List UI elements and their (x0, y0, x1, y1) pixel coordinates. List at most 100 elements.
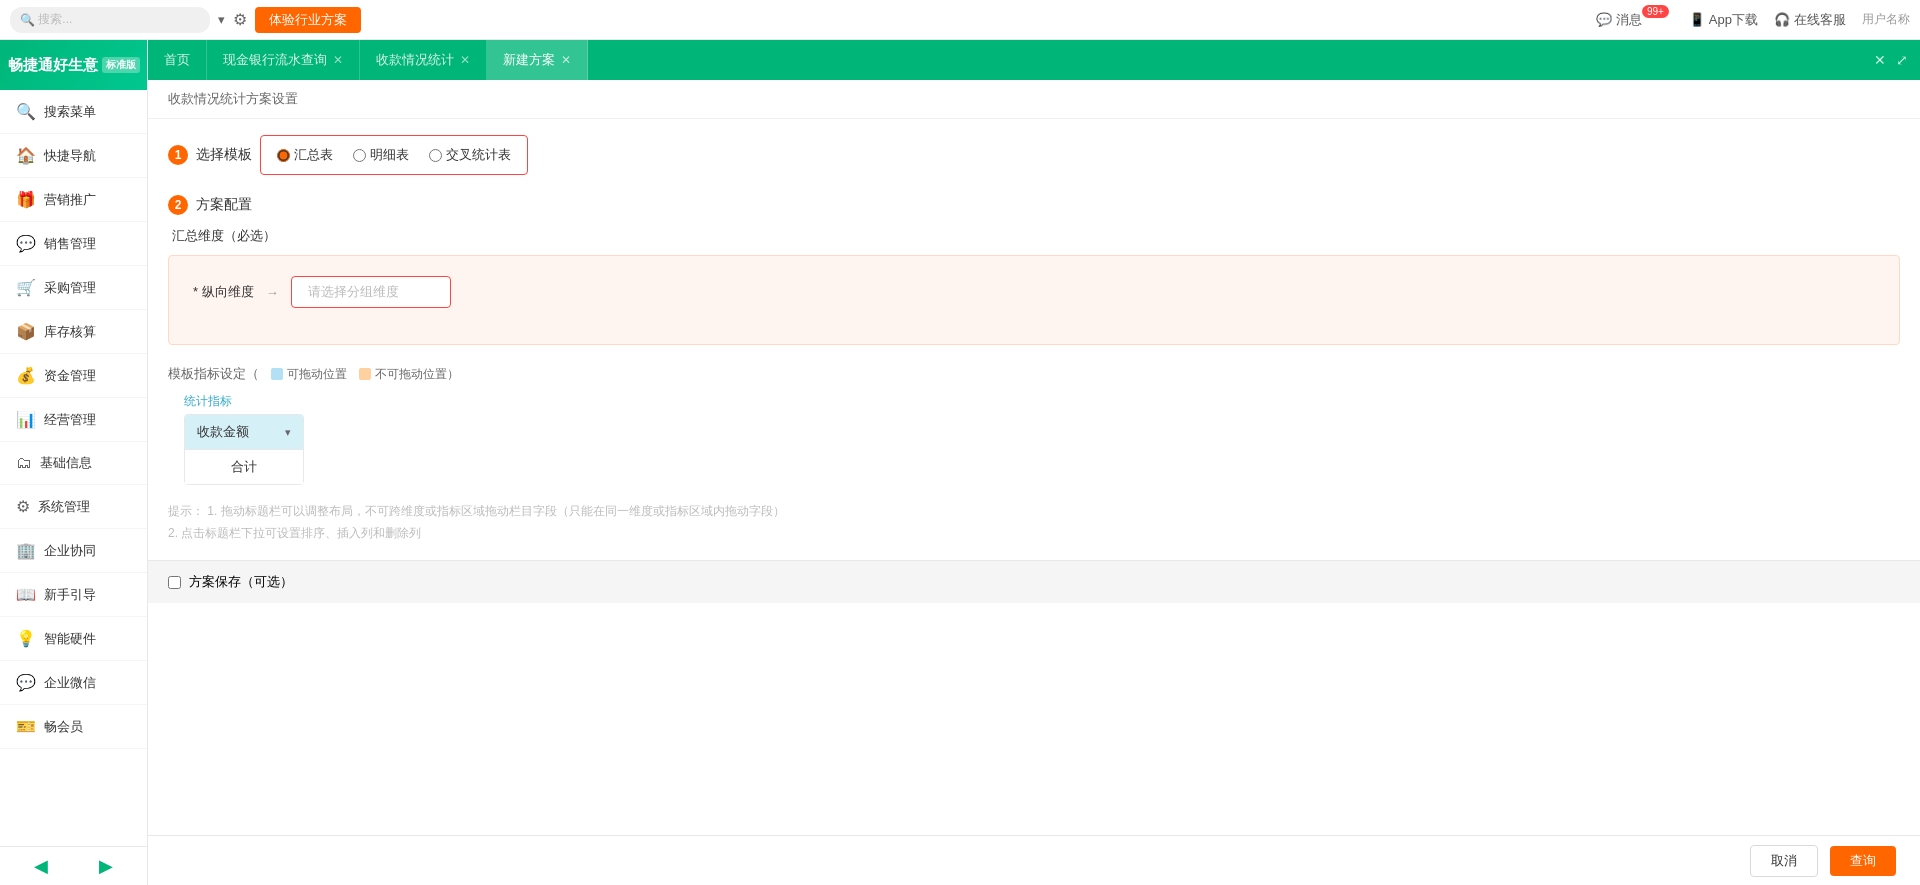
bulb-icon: 💡 (16, 629, 36, 648)
footer-save-area: 方案保存（可选） (148, 560, 1920, 603)
sidebar-item-finance[interactable]: 💰 资金管理 (0, 354, 147, 398)
hint-section: 提示： 1. 拖动标题栏可以调整布局，不可跨维度或指标区域拖动栏目字段（只能在同… (168, 501, 1900, 544)
step2-title: 方案配置 (196, 196, 252, 214)
sidebar-item-search[interactable]: 🔍 搜索菜单 (0, 90, 147, 134)
draggable-indicator: 可拖动位置 (271, 366, 347, 383)
sidebar-item-quick[interactable]: 🏠 快捷导航 (0, 134, 147, 178)
search-menu-icon: 🔍 (16, 102, 36, 121)
download-label: App下载 (1709, 11, 1758, 29)
sidebar-item-sales[interactable]: 💬 销售管理 (0, 222, 147, 266)
save-checkbox-label[interactable]: 方案保存（可选） (189, 573, 293, 591)
gift-icon: 🎁 (16, 190, 36, 209)
metrics-table-header[interactable]: 收款金额 ▾ (185, 415, 303, 449)
radio-detail-label[interactable]: 明细表 (370, 146, 409, 164)
header-dropdown-icon[interactable]: ▾ (218, 12, 225, 27)
tab-bank[interactable]: 现金银行流水查询 ✕ (207, 40, 360, 80)
step1-num: 1 (168, 145, 188, 165)
window-maximize-button[interactable]: ⤢ (1896, 52, 1908, 68)
hint-line-1: 提示： 1. 拖动标题栏可以调整布局，不可跨维度或指标区域拖动栏目字段（只能在同… (168, 501, 1900, 523)
radio-summary-input[interactable] (277, 149, 290, 162)
content-area: 首页 现金银行流水查询 ✕ 收款情况统计 ✕ 新建方案 ✕ ✕ ⤢ 收款情 (148, 40, 1920, 885)
tab-home[interactable]: 首页 (148, 40, 207, 80)
sidebar-label-finance: 资金管理 (44, 367, 96, 385)
draggable-label: 可拖动位置 (287, 366, 347, 383)
bottom-action-bar: 取消 查询 (148, 835, 1920, 885)
form-section: 1 选择模板 汇总表 明细表 交叉统计表 (148, 119, 1920, 560)
tab-collection-close[interactable]: ✕ (460, 53, 470, 67)
sidebar-bottom-icon-right[interactable]: ▶ (99, 855, 113, 877)
sidebar-item-basic[interactable]: 🗂 基础信息 (0, 442, 147, 485)
header-gear-icon[interactable]: ⚙ (233, 10, 247, 29)
dim-select-dropdown[interactable]: 请选择分组维度 (291, 276, 451, 308)
home-icon: 🏠 (16, 146, 36, 165)
trial-button[interactable]: 体验行业方案 (255, 7, 361, 33)
step2-num: 2 (168, 195, 188, 215)
tab-collection[interactable]: 收款情况统计 ✕ (360, 40, 487, 80)
non-draggable-label: 不可拖动位置） (375, 366, 459, 383)
radio-cross-label[interactable]: 交叉统计表 (446, 146, 511, 164)
header-search-bar[interactable]: 🔍 搜索... (10, 7, 210, 33)
tab-bar: 首页 现金银行流水查询 ✕ 收款情况统计 ✕ 新建方案 ✕ ✕ ⤢ (148, 40, 1920, 80)
arrow-icon: → (266, 285, 279, 300)
save-checkbox[interactable] (168, 576, 181, 589)
download-icon: 📱 (1689, 12, 1705, 27)
sidebar-bottom-icon-left[interactable]: ◀ (34, 855, 48, 877)
sidebar-label-member: 畅会员 (44, 718, 83, 736)
sidebar-bottom: ◀ ▶ (0, 846, 147, 885)
message-label: 消息 (1616, 11, 1642, 29)
folder-icon: 🗂 (16, 454, 32, 472)
sidebar-label-inventory: 库存核算 (44, 323, 96, 341)
radio-cross[interactable]: 交叉统计表 (429, 146, 511, 164)
tab-bank-label: 现金银行流水查询 (223, 51, 327, 69)
sidebar-label-basic: 基础信息 (40, 454, 92, 472)
sidebar-label-corp: 企业协同 (44, 542, 96, 560)
sidebar-label-wechat: 企业微信 (44, 674, 96, 692)
sidebar-label-hardware: 智能硬件 (44, 630, 96, 648)
tab-bank-close[interactable]: ✕ (333, 53, 343, 67)
support-label: 在线客服 (1794, 11, 1846, 29)
message-button[interactable]: 💬 消息 99+ (1596, 11, 1673, 29)
cancel-button[interactable]: 取消 (1750, 845, 1818, 877)
sidebar-item-purchase[interactable]: 🛒 采购管理 (0, 266, 147, 310)
app-download-button[interactable]: 📱 App下载 (1689, 11, 1758, 29)
header-right: 💬 消息 99+ 📱 App下载 🎧 在线客服 用户名称 (1596, 11, 1910, 29)
stats-title: 统计指标 (184, 393, 1900, 410)
sidebar-label-guide: 新手引导 (44, 586, 96, 604)
headset-icon: 🎧 (1774, 12, 1790, 27)
sidebar-item-member[interactable]: 🎫 畅会员 (0, 705, 147, 749)
sidebar-label-purchase: 采购管理 (44, 279, 96, 297)
radio-summary-label[interactable]: 汇总表 (294, 146, 333, 164)
sidebar-item-operation[interactable]: 📊 经营管理 (0, 398, 147, 442)
sales-icon: 💬 (16, 234, 36, 253)
sidebar-item-marketing[interactable]: 🎁 营销推广 (0, 178, 147, 222)
metrics-col-chevron[interactable]: ▾ (285, 426, 291, 439)
support-button[interactable]: 🎧 在线客服 (1774, 11, 1846, 29)
vertical-dim-label: * 纵向维度 (193, 283, 254, 301)
chart-icon: 📊 (16, 410, 36, 429)
radio-summary[interactable]: 汇总表 (277, 146, 333, 164)
radio-detail[interactable]: 明细表 (353, 146, 409, 164)
sidebar-label-quick: 快捷导航 (44, 147, 96, 165)
sidebar-label-sales: 销售管理 (44, 235, 96, 253)
sidebar-item-hardware[interactable]: 💡 智能硬件 (0, 617, 147, 661)
sidebar-item-corp[interactable]: 🏢 企业协同 (0, 529, 147, 573)
metrics-table-container: 统计指标 收款金额 ▾ 合计 (184, 393, 1900, 485)
radio-cross-input[interactable] (429, 149, 442, 162)
radio-detail-input[interactable] (353, 149, 366, 162)
query-button[interactable]: 查询 (1830, 846, 1896, 876)
tab-new-plan-close[interactable]: ✕ (561, 53, 571, 67)
sidebar-item-guide[interactable]: 📖 新手引导 (0, 573, 147, 617)
window-minimize-button[interactable]: ✕ (1874, 52, 1886, 68)
box-icon: 📦 (16, 322, 36, 341)
page-content: 收款情况统计方案设置 1 选择模板 汇总表 明细表 (148, 80, 1920, 835)
sidebar-item-wechat[interactable]: 💬 企业微信 (0, 661, 147, 705)
non-draggable-dot (359, 368, 371, 380)
metrics-header-label: 模板指标设定（ (168, 365, 259, 383)
sidebar-item-system[interactable]: ⚙ 系统管理 (0, 485, 147, 529)
tab-new-plan[interactable]: 新建方案 ✕ (487, 40, 588, 80)
tab-window-controls: ✕ ⤢ (1862, 52, 1920, 68)
tab-home-label: 首页 (164, 51, 190, 69)
sidebar-item-inventory[interactable]: 📦 库存核算 (0, 310, 147, 354)
version-tag: 标准版 (102, 57, 140, 73)
message-icon: 💬 (1596, 12, 1612, 27)
